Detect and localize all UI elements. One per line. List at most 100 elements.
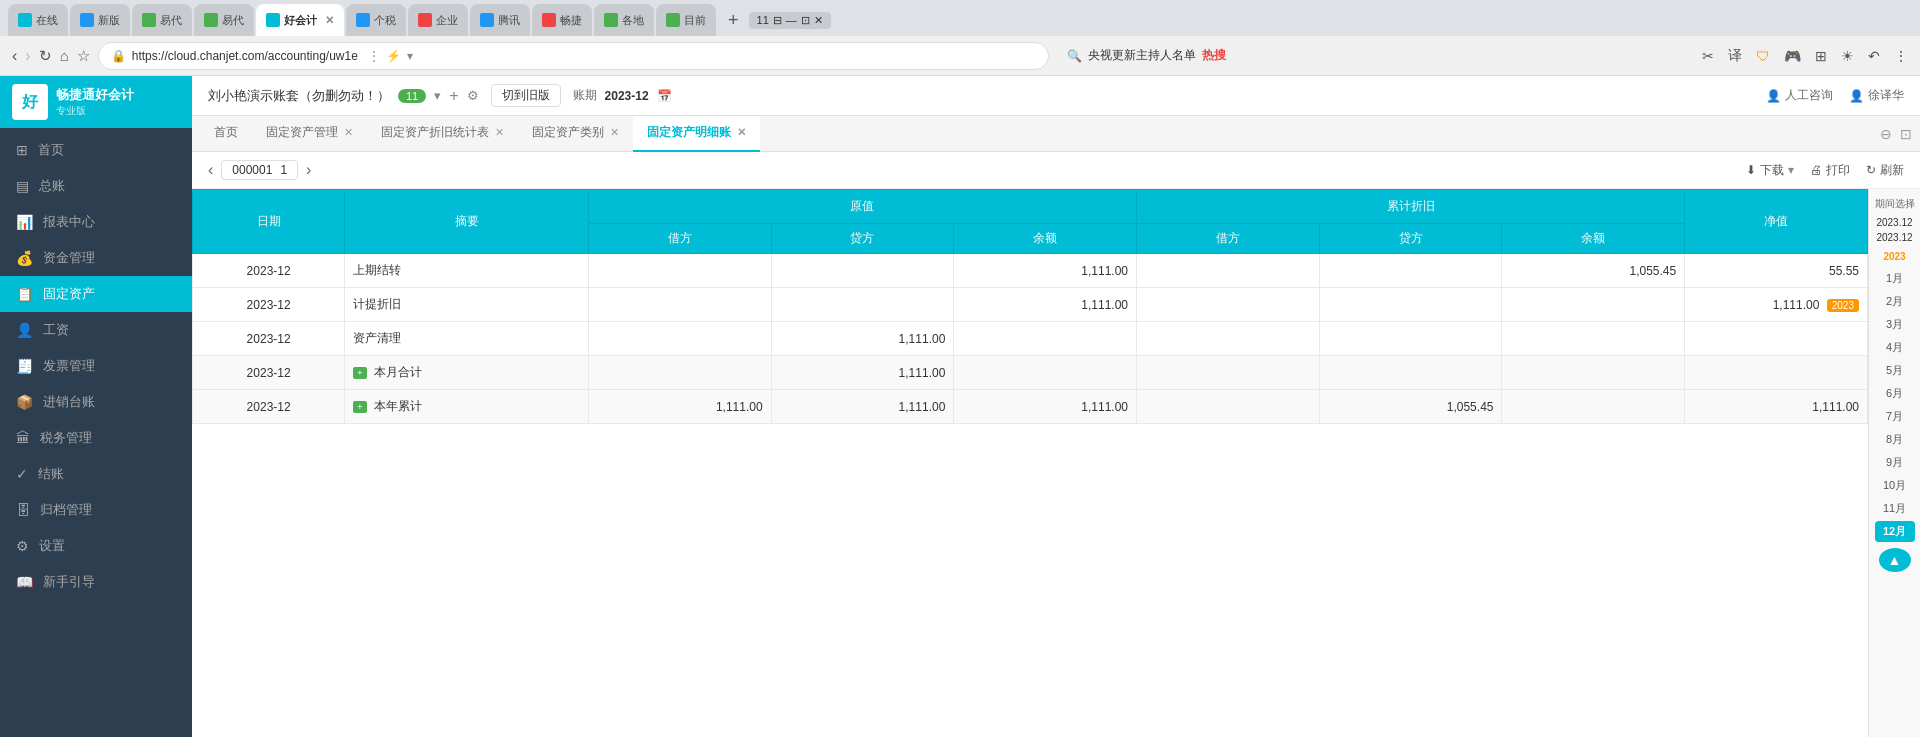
- download-button[interactable]: ⬇ 下载 ▾: [1746, 162, 1794, 179]
- browser-tab-6[interactable]: 个税: [346, 4, 406, 36]
- calendar-icon[interactable]: 📅: [657, 89, 672, 103]
- back-button[interactable]: ‹: [12, 47, 17, 65]
- search-text: 央视更新主持人名单: [1088, 47, 1196, 64]
- month-item-2[interactable]: 2月: [1875, 291, 1915, 312]
- tab-category[interactable]: 固定资产类别 ✕: [518, 116, 633, 152]
- browser-tab-10[interactable]: 各地: [594, 4, 654, 36]
- sidebar-item-inventory[interactable]: 📦 进销台账: [0, 384, 192, 420]
- sidebar-item-fund[interactable]: 💰 资金管理: [0, 240, 192, 276]
- lightning-icon[interactable]: ⚡: [386, 49, 401, 63]
- forward-button[interactable]: ›: [25, 47, 30, 65]
- action-buttons: ⬇ 下载 ▾ 🖨 打印 ↻ 刷新: [1746, 162, 1904, 179]
- browser-tab-2[interactable]: 新版: [70, 4, 130, 36]
- tab-label: 企业: [436, 13, 458, 28]
- month-item-1[interactable]: 1月: [1875, 268, 1915, 289]
- more-icon[interactable]: ⋮: [1894, 48, 1908, 64]
- account-name: 刘小艳演示账套（勿删勿动！）: [208, 87, 390, 105]
- tab-depreciation-close[interactable]: ✕: [495, 126, 504, 139]
- sidebar-item-archive[interactable]: 🗄 归档管理: [0, 492, 192, 528]
- account-dropdown-icon[interactable]: ▾: [434, 88, 441, 103]
- download-dropdown-icon[interactable]: ▾: [1788, 163, 1794, 177]
- browser-tab-9[interactable]: 畅捷: [532, 4, 592, 36]
- month-item-11[interactable]: 11月: [1875, 498, 1915, 519]
- shield-icon[interactable]: 🛡: [1756, 48, 1770, 64]
- cell-accum-debit: [1137, 356, 1320, 390]
- tab-home[interactable]: 首页: [200, 116, 252, 152]
- col-accum-debit: 借方: [1137, 224, 1320, 254]
- browser-tab-3[interactable]: 易代: [132, 4, 192, 36]
- period-year-from: 2023.12: [1876, 217, 1912, 228]
- tab-category-close[interactable]: ✕: [610, 126, 619, 139]
- new-tab-button[interactable]: +: [718, 10, 749, 31]
- sidebar-item-settings[interactable]: ⚙ 设置: [0, 528, 192, 564]
- cut-icon[interactable]: ✂: [1702, 48, 1714, 64]
- tab-depreciation[interactable]: 固定资产折旧统计表 ✕: [367, 116, 518, 152]
- month-item-9[interactable]: 9月: [1875, 452, 1915, 473]
- sun-icon[interactable]: ☀: [1841, 48, 1854, 64]
- sidebar-item-home[interactable]: ⊞ 首页: [0, 132, 192, 168]
- month-item-4[interactable]: 4月: [1875, 337, 1915, 358]
- month-item-6[interactable]: 6月: [1875, 383, 1915, 404]
- tab-bar: 在线 新版 易代 易代 好会计 ✕ 个税 企业: [0, 0, 1920, 36]
- grid-icon[interactable]: ⊞: [1815, 48, 1827, 64]
- sidebar-item-fixed-asset[interactable]: 📋 固定资产: [0, 276, 192, 312]
- user-info[interactable]: 👤 徐译华: [1849, 87, 1904, 104]
- history-icon[interactable]: ↶: [1868, 48, 1880, 64]
- cell-accum-balance: [1502, 356, 1685, 390]
- help-button[interactable]: 👤 人工咨询: [1766, 87, 1833, 104]
- browser-tab-7[interactable]: 企业: [408, 4, 468, 36]
- reload-button[interactable]: ↻: [39, 47, 52, 65]
- ledger-icon: ▤: [16, 178, 29, 194]
- month-item-10[interactable]: 10月: [1875, 475, 1915, 496]
- tab-fixed-mgmt-close[interactable]: ✕: [344, 126, 353, 139]
- add-account-button[interactable]: +: [449, 87, 458, 105]
- table-with-panel: 日期 摘要 原值 累计折旧 净值 借方 贷方 余额 借方: [192, 189, 1920, 737]
- tab-detail-close[interactable]: ✕: [737, 126, 746, 139]
- translate-icon[interactable]: 译: [1728, 47, 1742, 65]
- bookmark-button[interactable]: ☆: [77, 47, 90, 65]
- month-item-12-active[interactable]: 12月: [1875, 521, 1915, 542]
- month-item-8[interactable]: 8月: [1875, 429, 1915, 450]
- next-record-button[interactable]: ›: [306, 161, 311, 179]
- month-item-3[interactable]: 3月: [1875, 314, 1915, 335]
- browser-tab-5-active[interactable]: 好会计 ✕: [256, 4, 344, 36]
- browser-tab-11[interactable]: 目前: [656, 4, 716, 36]
- cell-orig-balance: 1,111.00: [954, 288, 1137, 322]
- sidebar-item-invoice[interactable]: 🧾 发票管理: [0, 348, 192, 384]
- prev-record-button[interactable]: ‹: [208, 161, 213, 179]
- tab-fixed-mgmt[interactable]: 固定资产管理 ✕: [252, 116, 367, 152]
- settings-account-icon[interactable]: ⚙: [467, 88, 479, 103]
- app-header: 刘小艳演示账套（勿删勿动！） 11 ▾ + ⚙ 切到旧版 账期 2023-12 …: [192, 76, 1920, 116]
- dropdown-icon[interactable]: ▾: [407, 49, 413, 63]
- tab-detail-active[interactable]: 固定资产明细账 ✕: [633, 116, 760, 152]
- col-summary: 摘要: [345, 190, 589, 254]
- sidebar-item-ledger[interactable]: ▤ 总账: [0, 168, 192, 204]
- refresh-button[interactable]: ↻ 刷新: [1866, 162, 1904, 179]
- sidebar-item-payroll[interactable]: 👤 工资: [0, 312, 192, 348]
- month-item-5[interactable]: 5月: [1875, 360, 1915, 381]
- print-button[interactable]: 🖨 打印: [1810, 162, 1850, 179]
- game-icon[interactable]: 🎮: [1784, 48, 1801, 64]
- tab-fixed-mgmt-label: 固定资产管理: [266, 124, 338, 141]
- browser-tab-8[interactable]: 腾讯: [470, 4, 530, 36]
- switch-version-button[interactable]: 切到旧版: [491, 84, 561, 107]
- browser-tab-1[interactable]: 在线: [8, 4, 68, 36]
- sidebar-item-report[interactable]: 📊 报表中心: [0, 204, 192, 240]
- menu-icon[interactable]: ⋮: [368, 49, 380, 63]
- home-button[interactable]: ⌂: [60, 47, 69, 64]
- sidebar-item-guide[interactable]: 📖 新手引导: [0, 564, 192, 600]
- month-item-7[interactable]: 7月: [1875, 406, 1915, 427]
- minimize-window-icon[interactable]: ⊖: [1880, 126, 1892, 142]
- sidebar-label: 设置: [39, 537, 65, 555]
- sidebar-title-block: 畅捷通好会计 专业版: [56, 86, 134, 118]
- tab-label: 个税: [374, 13, 396, 28]
- maximize-window-icon[interactable]: ⊡: [1900, 126, 1912, 142]
- cell-orig-credit: [771, 254, 954, 288]
- sidebar-item-tax[interactable]: 🏛 税务管理: [0, 420, 192, 456]
- scroll-up-button[interactable]: ▲: [1879, 548, 1911, 572]
- browser-tab-4[interactable]: 易代: [194, 4, 254, 36]
- sidebar-item-closing[interactable]: ✓ 结账: [0, 456, 192, 492]
- url-bar[interactable]: 🔒 https://cloud.chanjet.com/accounting/u…: [98, 42, 1049, 70]
- cell-net-value: 1,111.00 2023: [1685, 288, 1868, 322]
- tab-close-icon[interactable]: ✕: [325, 14, 334, 27]
